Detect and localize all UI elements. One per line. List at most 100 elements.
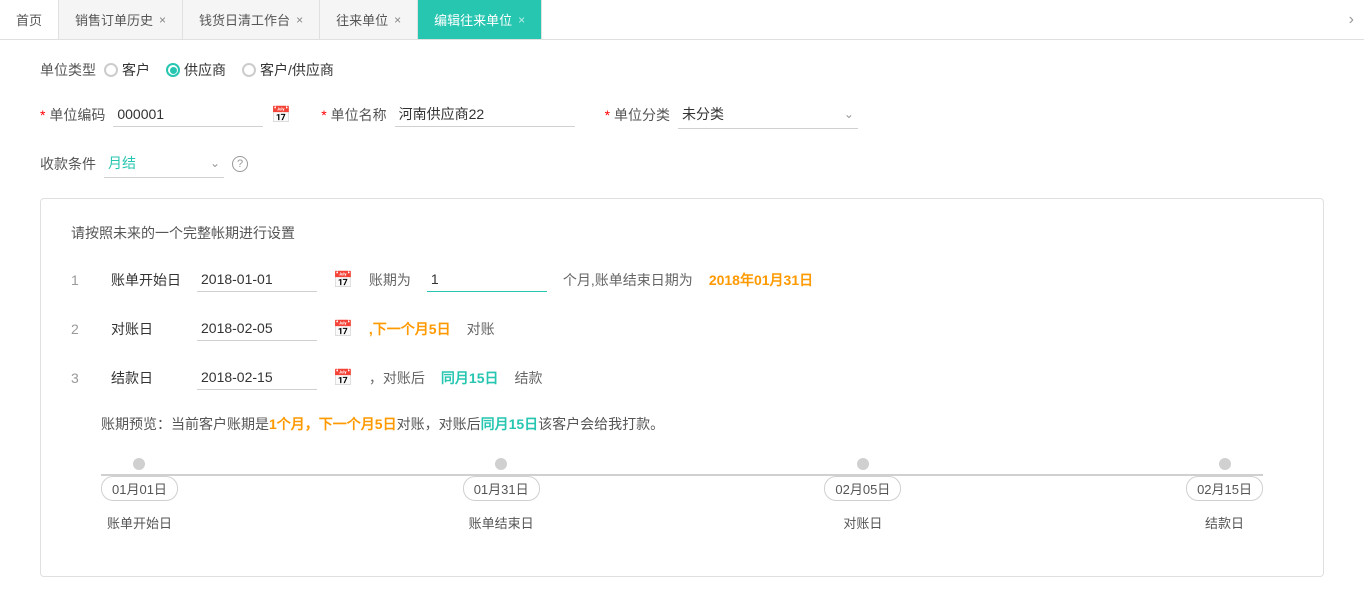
preview-months: 1个月， [269,416,319,432]
timeline-node-2: 01月31日 账单结束日 [463,458,540,532]
period-label-3: 结款日 [111,368,181,388]
tab-partner[interactable]: 往来单位 × [320,0,418,39]
timeline-container: 01月01日 账单开始日 01月31日 账单结束日 02月05日 对账日 02月… [71,458,1293,552]
period-payment-calendar-icon[interactable]: 📅 [333,368,353,388]
unit-code-calendar-icon[interactable]: 📅 [271,105,291,125]
payment-help-icon[interactable]: ? [232,156,248,172]
period-end-date-highlight: 2018年01月31日 [709,270,813,290]
period-title: 请按照未来的一个完整帐期进行设置 [71,223,1293,243]
unit-name-label: 单位名称 [321,105,386,125]
timeline-items: 01月01日 账单开始日 01月31日 账单结束日 02月05日 对账日 02月… [101,458,1263,532]
period-num-1: 1 [71,272,95,288]
period-num-3: 3 [71,370,95,386]
unit-type-row: 单位类型 客户 供应商 客户/供应商 [40,60,1324,80]
tab-edit-partner-close[interactable]: × [518,13,525,27]
period-num-2: 2 [71,321,95,337]
preview-middle: 下一个月5日 [319,416,397,432]
period-reconcile-highlight: ,下一个月5日 [369,319,451,339]
unit-code-group: 单位编码 📅 [40,102,291,127]
period-reconcile-calendar-icon[interactable]: 📅 [333,319,353,339]
period-start-calendar-icon[interactable]: 📅 [333,270,353,290]
preview-after: 对账，对账后 [397,416,481,432]
tab-cash-work[interactable]: 钱货日清工作台 × [183,0,320,39]
period-payment-prefix: ，对账后 [369,368,425,388]
period-box: 请按照未来的一个完整帐期进行设置 1 账单开始日 📅 账期为 个月,账单结束日期… [40,198,1324,577]
radio-both[interactable]: 客户/供应商 [242,60,334,80]
main-content: 单位类型 客户 供应商 客户/供应商 单位编码 📅 [0,40,1364,608]
radio-both-circle [242,63,256,77]
timeline-dot-1 [133,458,145,470]
timeline-dot-4 [1219,458,1231,470]
period-reconcile-suffix: 对账 [467,319,495,339]
unit-category-group: 单位分类 未分类 ⌄ [605,100,858,129]
tabs-bar: 首页 销售订单历史 × 钱货日清工作台 × 往来单位 × 编辑往来单位 × › [0,0,1364,40]
timeline-node-4: 02月15日 结款日 [1186,458,1263,532]
timeline-label-4: 结款日 [1205,513,1244,532]
timeline-badge-2: 01月31日 [463,476,540,501]
radio-both-label: 客户/供应商 [260,60,334,80]
tab-sales-history[interactable]: 销售订单历史 × [59,0,183,39]
radio-customer[interactable]: 客户 [104,60,150,80]
unit-type-radios: 客户 供应商 客户/供应商 [104,60,334,80]
unit-category-label: 单位分类 [605,105,670,125]
tab-partner-close[interactable]: × [394,13,401,27]
unit-category-chevron-icon: ⌄ [844,107,854,121]
period-months-suffix: 个月,账单结束日期为 [563,270,693,290]
payment-value: 月结 [108,153,136,173]
timeline-label-3: 对账日 [843,513,882,532]
period-months-input[interactable] [427,267,547,292]
timeline-node-1: 01月01日 账单开始日 [101,458,178,532]
period-payment-highlight: 同月15日 [441,368,499,388]
tab-cash-work-label: 钱货日清工作台 [199,10,290,29]
payment-select[interactable]: 月结 ⌄ [104,149,224,178]
tab-home-label: 首页 [16,10,42,29]
tab-home[interactable]: 首页 [0,0,59,39]
tab-sales-history-label: 销售订单历史 [75,10,153,29]
tab-edit-partner-label: 编辑往来单位 [434,10,512,29]
period-row-1: 1 账单开始日 📅 账期为 个月,账单结束日期为 2018年01月31日 [71,267,1293,292]
timeline-badge-4: 02月15日 [1186,476,1263,501]
unit-code-input[interactable] [113,102,263,127]
timeline-node-3: 02月05日 对账日 [824,458,901,532]
preview-prefix: 账期预览：当前客户账期是 [101,416,269,432]
period-row-2: 2 对账日 📅 ,下一个月5日 对账 [71,316,1293,341]
timeline-label-2: 账单结束日 [469,513,534,532]
period-row-3: 3 结款日 📅 ，对账后 同月15日 结款 [71,365,1293,390]
tab-sales-history-close[interactable]: × [159,13,166,27]
timeline-badge-1: 01月01日 [101,476,178,501]
payment-row: 收款条件 月结 ⌄ ? [40,149,1324,178]
timeline-badge-3: 02月05日 [824,476,901,501]
radio-supplier[interactable]: 供应商 [166,60,226,80]
radio-supplier-label: 供应商 [184,60,226,80]
tabs-arrow[interactable]: › [1339,11,1364,29]
unit-name-group: 单位名称 [321,102,574,127]
preview-end: 该客户会给我打款。 [538,416,664,432]
unit-name-input[interactable] [395,102,575,127]
payment-chevron-icon: ⌄ [210,156,220,170]
radio-customer-circle [104,63,118,77]
preview-final: 同月15日 [481,416,539,432]
unit-info-row: 单位编码 📅 单位名称 单位分类 未分类 ⌄ [40,100,1324,129]
timeline-dot-3 [857,458,869,470]
period-label-1: 账单开始日 [111,270,181,290]
tab-edit-partner[interactable]: 编辑往来单位 × [418,0,542,39]
tab-cash-work-close[interactable]: × [296,13,303,27]
unit-type-group: 单位类型 客户 供应商 客户/供应商 [40,60,334,80]
unit-category-select[interactable]: 未分类 ⌄ [678,100,858,129]
period-start-date-input[interactable] [197,267,317,292]
period-payment-date-input[interactable] [197,365,317,390]
timeline-label-1: 账单开始日 [107,513,172,532]
radio-customer-label: 客户 [122,60,150,80]
period-reconcile-date-input[interactable] [197,316,317,341]
period-start-suffix: 账期为 [369,270,411,290]
period-label-2: 对账日 [111,319,181,339]
timeline-dot-2 [495,458,507,470]
tab-partner-label: 往来单位 [336,10,388,29]
radio-supplier-circle [166,63,180,77]
period-payment-suffix: 结款 [515,368,543,388]
payment-label: 收款条件 [40,154,96,174]
unit-code-label: 单位编码 [40,105,105,125]
unit-type-label: 单位类型 [40,60,96,80]
preview-text: 账期预览：当前客户账期是1个月，下一个月5日对账，对账后同月15日该客户会给我打… [101,414,1263,434]
unit-category-value: 未分类 [682,104,724,124]
